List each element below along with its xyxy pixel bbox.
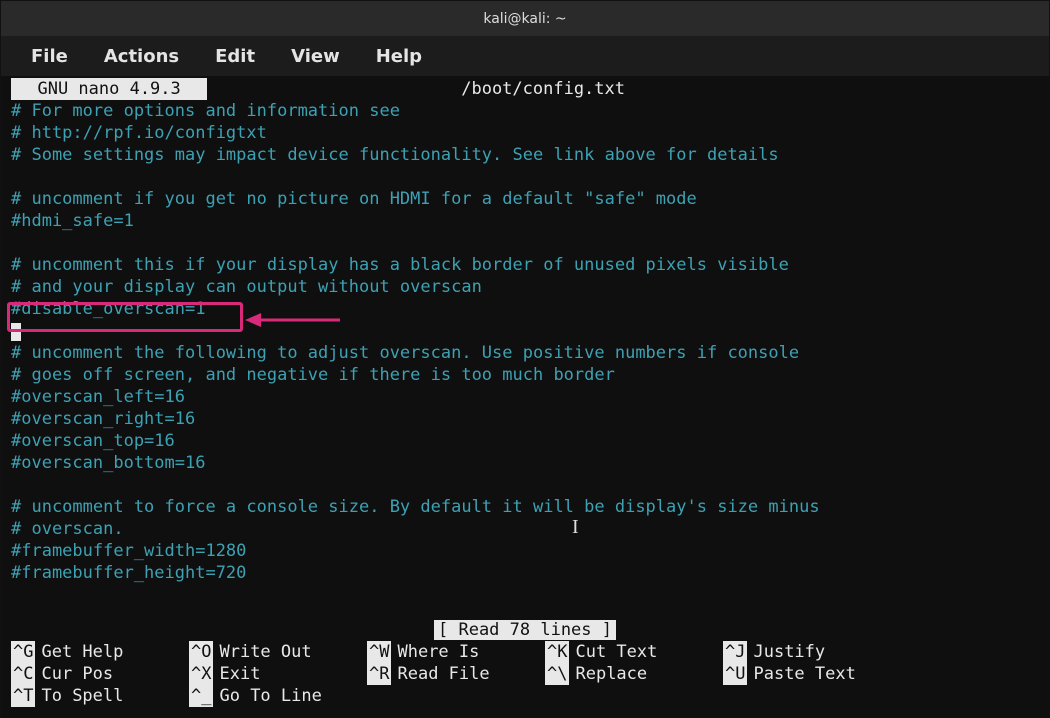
- window-title: kali@kali: ~: [483, 11, 566, 27]
- editor-line[interactable]: # uncomment if you get no picture on HDM…: [11, 188, 1039, 210]
- editor-line[interactable]: #hdmi_safe=1: [11, 210, 1039, 232]
- editor-line[interactable]: # For more options and information see: [11, 100, 1039, 122]
- shortcut-key: ^C: [11, 663, 35, 685]
- editor-line[interactable]: [11, 474, 1039, 496]
- nano-shortcuts: ^GGet Help^OWrite Out^WWhere Is^KCut Tex…: [11, 641, 1039, 707]
- shortcut-item: ^UPaste Text: [723, 663, 901, 685]
- shortcut-item: ^WWhere Is: [367, 641, 545, 663]
- shortcut-item: ^_Go To Line: [189, 685, 367, 707]
- shortcut-item: ^GGet Help: [11, 641, 189, 663]
- editor-content[interactable]: # For more options and information see# …: [1, 100, 1049, 584]
- shortcut-label: Paste Text: [747, 663, 855, 685]
- editor-line[interactable]: # goes off screen, and negative if there…: [11, 364, 1039, 386]
- shortcut-key: ^R: [367, 663, 391, 685]
- shortcut-key: ^_: [189, 685, 213, 707]
- nano-status-message: [ Read 78 lines ]: [11, 619, 1039, 641]
- editor-line[interactable]: # http://rpf.io/configtxt: [11, 122, 1039, 144]
- shortcut-key: ^G: [11, 641, 35, 663]
- shortcut-item: ^OWrite Out: [189, 641, 367, 663]
- editor-line[interactable]: # Some settings may impact device functi…: [11, 144, 1039, 166]
- shortcut-item: ^JJustify: [723, 641, 901, 663]
- editor-line[interactable]: #overscan_bottom=16: [11, 452, 1039, 474]
- shortcut-item: ^TTo Spell: [11, 685, 189, 707]
- nano-filename: /boot/config.txt: [207, 78, 879, 100]
- shortcut-key: ^U: [723, 663, 747, 685]
- editor-line[interactable]: # uncomment the following to adjust over…: [11, 342, 1039, 364]
- shortcut-label: To Spell: [35, 685, 123, 707]
- shortcut-label: Cur Pos: [35, 663, 113, 685]
- menubar: File Actions Edit View Help: [0, 36, 1050, 76]
- shortcut-label: Go To Line: [213, 685, 321, 707]
- editor-line[interactable]: #overscan_top=16: [11, 430, 1039, 452]
- shortcut-label: Exit: [213, 663, 260, 685]
- cursor: [11, 323, 21, 341]
- nano-footer: [ Read 78 lines ] ^GGet Help^OWrite Out^…: [11, 619, 1039, 707]
- editor-line[interactable]: #overscan_right=16: [11, 408, 1039, 430]
- nano-titlebar: GNU nano 4.9.3 /boot/config.txt: [1, 78, 1049, 100]
- shortcut-label: Get Help: [35, 641, 123, 663]
- nano-version: GNU nano 4.9.3: [11, 78, 207, 100]
- editor-line[interactable]: #framebuffer_width=1280: [11, 540, 1039, 562]
- shortcut-key: ^J: [723, 641, 747, 663]
- editor-line[interactable]: [11, 232, 1039, 254]
- editor-line[interactable]: [11, 320, 1039, 342]
- terminal[interactable]: GNU nano 4.9.3 /boot/config.txt # For mo…: [0, 76, 1050, 718]
- shortcut-key: ^W: [367, 641, 391, 663]
- shortcut-key: ^T: [11, 685, 35, 707]
- shortcut-item: ^CCur Pos: [11, 663, 189, 685]
- editor-line[interactable]: [11, 166, 1039, 188]
- shortcut-label: Cut Text: [569, 641, 657, 663]
- shortcut-item: ^KCut Text: [545, 641, 723, 663]
- shortcut-item: ^RRead File: [367, 663, 545, 685]
- shortcut-label: Write Out: [213, 641, 311, 663]
- editor-line[interactable]: # uncomment to force a console size. By …: [11, 496, 1039, 518]
- shortcut-key: ^K: [545, 641, 569, 663]
- shortcut-label: Replace: [569, 663, 647, 685]
- shortcut-key: ^\: [545, 663, 569, 685]
- menu-help[interactable]: Help: [360, 40, 438, 73]
- menu-file[interactable]: File: [15, 40, 84, 73]
- shortcut-label: Where Is: [391, 641, 479, 663]
- shortcut-item: ^\Replace: [545, 663, 723, 685]
- editor-line[interactable]: #framebuffer_height=720: [11, 562, 1039, 584]
- editor-line[interactable]: #disable_overscan=1: [11, 298, 1039, 320]
- editor-line[interactable]: # overscan.: [11, 518, 1039, 540]
- menu-actions[interactable]: Actions: [88, 40, 195, 73]
- shortcut-item: ^XExit: [189, 663, 367, 685]
- menu-edit[interactable]: Edit: [199, 40, 271, 73]
- window-titlebar: kali@kali: ~: [0, 0, 1050, 36]
- editor-line[interactable]: # uncomment this if your display has a b…: [11, 254, 1039, 276]
- shortcut-key: ^X: [189, 663, 213, 685]
- shortcut-key: ^O: [189, 641, 213, 663]
- editor-line[interactable]: #overscan_left=16: [11, 386, 1039, 408]
- shortcut-label: Read File: [391, 663, 489, 685]
- menu-view[interactable]: View: [275, 40, 356, 73]
- editor-line[interactable]: # and your display can output without ov…: [11, 276, 1039, 298]
- shortcut-label: Justify: [747, 641, 825, 663]
